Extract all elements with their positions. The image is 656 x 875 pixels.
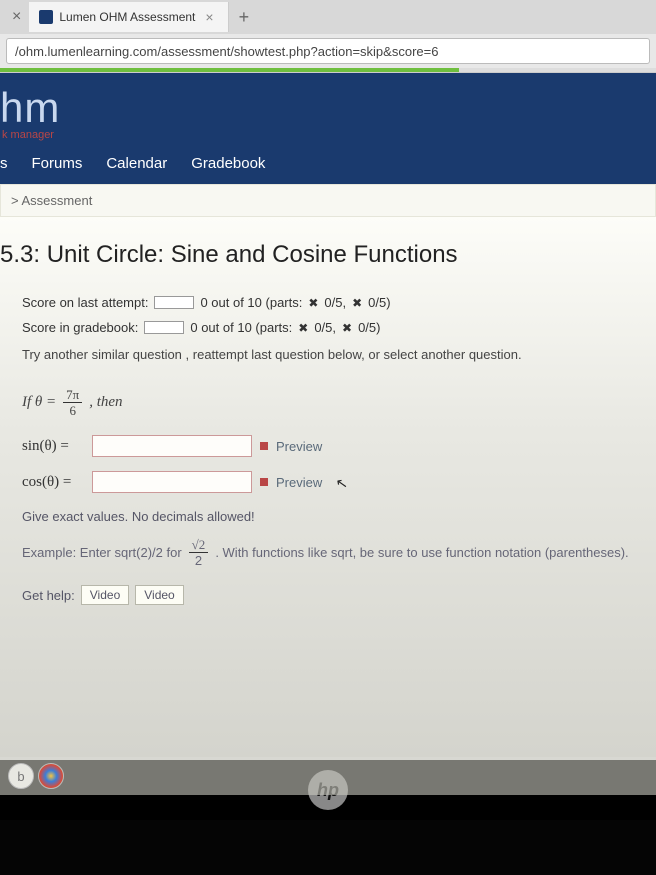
score-last-attempt: Score on last attempt: 0 out of 10 (part… [22,295,636,310]
try-rest-text: , reattempt last question below, or sele… [186,347,522,362]
sin-label: sin(θ) = [22,438,84,455]
loading-progress-bar [0,68,656,72]
laptop-base [0,820,656,875]
sin-input[interactable] [92,435,252,457]
new-tab-button[interactable]: + [229,7,260,28]
if-text: If θ = [22,394,56,411]
browser-tab[interactable]: Lumen OHM Assessment × [29,2,228,32]
score-bar-icon [144,321,184,334]
breadcrumb: > Assessment [0,184,656,217]
status-dot-icon [260,478,268,486]
x-mark-icon: ✖ [352,296,362,310]
score-block: Score on last attempt: 0 out of 10 (part… [0,295,636,362]
nav-item-calendar[interactable]: Calendar [106,155,167,172]
breadcrumb-chevron: > [11,193,19,208]
app-header: hm k manager s Forums Calendar Gradebook [0,73,656,184]
question-body: If θ = 7π 6 , then sin(θ) = Preview cos(… [0,388,636,605]
nav-item-forums[interactable]: Forums [32,155,83,172]
url-bar[interactable]: /ohm.lumenlearning.com/assessment/showte… [6,38,650,64]
brand-logo: hm [0,73,656,131]
example-post: . With functions like sqrt, be sure to u… [215,545,628,560]
breadcrumb-current: Assessment [22,193,93,208]
if-theta-statement: If θ = 7π 6 , then [22,388,636,417]
cos-answer-row: cos(θ) = Preview ↖ [22,471,636,493]
fraction-denominator: 6 [69,403,76,417]
preview-button[interactable]: Preview [276,439,322,454]
url-bar-row: /ohm.lumenlearning.com/assessment/showte… [0,34,656,68]
score-grade-value: 0 out of 10 (parts: [190,320,292,335]
taskbar: b [0,757,656,795]
taskbar-icon-1[interactable]: b [8,763,34,789]
preview-button[interactable]: Preview [276,475,322,490]
nav-item-partial[interactable]: s [0,155,8,172]
try-another-link[interactable]: Try another similar question [22,347,182,362]
note-text: Give exact values. No decimals allowed! [22,509,636,524]
prev-tab-close[interactable]: × [4,8,29,26]
example-fraction: √2 2 [189,538,209,567]
score-gradebook: Score in gradebook: 0 out of 10 (parts: … [22,320,636,335]
score-grade-parts1: 0/5, [314,320,336,335]
cos-label: cos(θ) = [22,474,84,491]
score-bar-icon [154,296,194,309]
browser-chrome: × Lumen OHM Assessment × + /ohm.lumenlea… [0,0,656,73]
score-grade-parts2: 0/5) [358,320,380,335]
nav-item-gradebook[interactable]: Gradebook [191,155,265,172]
score-last-parts1: 0/5, [324,295,346,310]
then-text: , then [89,394,122,411]
status-dot-icon [260,442,268,450]
score-grade-label: Score in gradebook: [22,320,138,335]
video-button-2[interactable]: Video [135,585,183,605]
x-mark-icon: ✖ [298,321,308,335]
get-help-label: Get help: [22,588,75,603]
fraction-numerator: 7π [63,388,82,403]
sin-answer-row: sin(θ) = Preview [22,435,636,457]
cos-input[interactable] [92,471,252,493]
tab-close-button[interactable]: × [201,9,217,25]
taskbar-icon-2[interactable] [38,763,64,789]
video-button-1[interactable]: Video [81,585,129,605]
content-area: 5.3: Unit Circle: Sine and Cosine Functi… [0,217,656,757]
tab-bar: × Lumen OHM Assessment × + [0,0,656,34]
nav-row: s Forums Calendar Gradebook [0,141,656,184]
x-mark-icon: ✖ [342,321,352,335]
example-num: √2 [189,538,209,553]
mouse-cursor-icon: ↖ [335,475,350,494]
example-pre: Example: Enter sqrt(2)/2 for [22,545,182,560]
brand-subtitle: k manager [0,129,656,141]
page-title: 5.3: Unit Circle: Sine and Cosine Functi… [0,241,636,269]
x-mark-icon: ✖ [308,296,318,310]
score-last-parts2: 0/5) [368,295,390,310]
get-help-row: Get help: Video Video [22,585,636,605]
score-last-label: Score on last attempt: [22,295,148,310]
tab-title: Lumen OHM Assessment [59,10,195,24]
example-den: 2 [195,553,202,567]
example-line: Example: Enter sqrt(2)/2 for √2 2 . With… [22,538,636,567]
try-line: Try another similar question , reattempt… [22,347,636,362]
url-text: /ohm.lumenlearning.com/assessment/showte… [15,44,438,59]
favicon-icon [39,10,53,24]
score-last-value: 0 out of 10 (parts: [200,295,302,310]
fraction: 7π 6 [63,388,82,417]
